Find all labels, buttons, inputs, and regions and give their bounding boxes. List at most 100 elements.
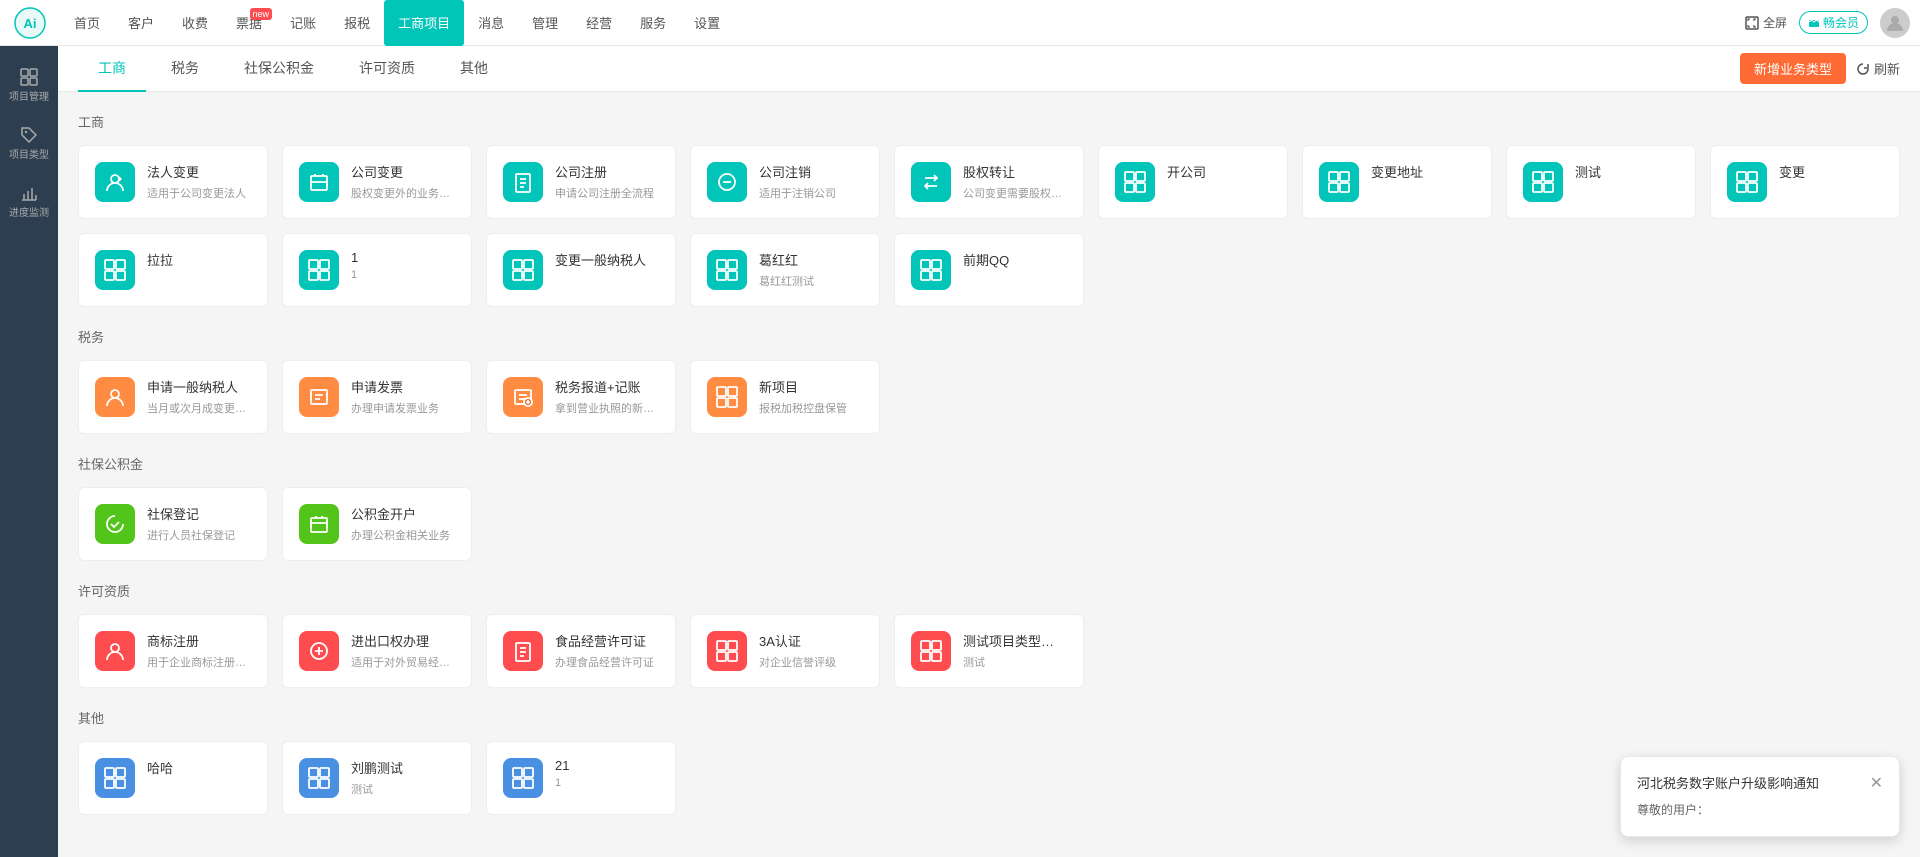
fullscreen-button[interactable]: 全屏 — [1745, 14, 1787, 31]
trademark-title: 商标注册 — [147, 631, 251, 650]
card-haha[interactable]: 哈哈 — [78, 741, 268, 815]
nav-tax[interactable]: 报税 — [330, 0, 384, 46]
company-cancel-icon — [707, 162, 747, 202]
tab-other[interactable]: 其他 — [440, 46, 508, 92]
card-item1[interactable]: 1 1 — [282, 233, 472, 307]
card-legal-change[interactable]: 法人变更 适用于公司变更法人 — [78, 145, 268, 219]
change-info: 变更 — [1779, 162, 1883, 185]
card-3a-cert[interactable]: 3A认证 对企业信誉评级 — [690, 614, 880, 688]
card-early-qq[interactable]: 前期QQ — [894, 233, 1084, 307]
notification-close-button[interactable]: ✕ — [1870, 773, 1883, 793]
sidebar-item-progress[interactable]: 进度监测 — [0, 172, 58, 230]
liupeng-test-title: 刘鹏测试 — [351, 758, 455, 777]
social-register-info: 社保登记 进行人员社保登记 — [147, 504, 251, 543]
tax-report-desc: 拿到营业执照的新公司 — [555, 400, 659, 416]
card-new-project[interactable]: 新项目 报税加税控盘保管 — [690, 360, 880, 434]
new-badge: new — [250, 8, 273, 20]
card-gehonghong[interactable]: 葛红红 葛红红测试 — [690, 233, 880, 307]
card-test-define[interactable]: 测试项目类型自定义 测试 — [894, 614, 1084, 688]
new-type-button[interactable]: 新增业务类型 — [1740, 53, 1846, 84]
app-logo[interactable]: Ai — [10, 3, 50, 43]
item21-desc: 1 — [555, 777, 659, 789]
card-import-export[interactable]: 进出口权办理 适用于对外贸易经营者 — [282, 614, 472, 688]
section-license-title: 许可资质 — [78, 581, 1900, 600]
tab-social[interactable]: 社保公积金 — [224, 46, 334, 92]
legal-change-desc: 适用于公司变更法人 — [147, 185, 251, 201]
company-change-title: 公司变更 — [351, 162, 455, 181]
tab-tax[interactable]: 税务 — [151, 46, 219, 92]
card-trademark[interactable]: 商标注册 用于企业商标注册服务 — [78, 614, 268, 688]
section-social: 社保公积金 社保登记 进行人员社保登记 公积金开户 — [78, 454, 1900, 561]
vip-button[interactable]: 畅会员 — [1799, 11, 1868, 34]
legal-change-icon — [95, 162, 135, 202]
item21-icon — [503, 758, 543, 798]
tag-icon — [18, 124, 40, 146]
nav-service[interactable]: 服务 — [626, 0, 680, 46]
card-liupeng-test[interactable]: 刘鹏测试 测试 — [282, 741, 472, 815]
item21-info: 21 1 — [555, 758, 659, 789]
import-export-icon — [299, 631, 339, 671]
card-change-address[interactable]: 变更地址 — [1302, 145, 1492, 219]
license-cards: 商标注册 用于企业商标注册服务 进出口权办理 适用于对外贸易经营者 — [78, 614, 1900, 688]
card-tax-report[interactable]: 税务报道+记账 拿到营业执照的新公司 — [486, 360, 676, 434]
nav-settings[interactable]: 设置 — [680, 0, 734, 46]
card-lala[interactable]: 拉拉 — [78, 233, 268, 307]
social-register-title: 社保登记 — [147, 504, 251, 523]
early-qq-info: 前期QQ — [963, 250, 1067, 273]
trademark-desc: 用于企业商标注册服务 — [147, 654, 251, 670]
card-equity-transfer[interactable]: 股权转让 公司变更需要股权转让 — [894, 145, 1084, 219]
nav-tickets[interactable]: 票据 new — [222, 0, 276, 46]
card-change-taxpayer[interactable]: 变更一般纳税人 — [486, 233, 676, 307]
card-food-license[interactable]: 食品经营许可证 办理食品经营许可证 — [486, 614, 676, 688]
sidebar-item-project-type[interactable]: 项目类型 — [0, 114, 58, 172]
notification-title: 河北税务数字账户升级影响通知 — [1637, 773, 1819, 792]
tab-industrial[interactable]: 工商 — [78, 46, 146, 92]
change-address-icon — [1319, 162, 1359, 202]
apply-taxpayer-info: 申请一般纳税人 当月或次月成变更完成 — [147, 377, 251, 416]
card-test[interactable]: 测试 — [1506, 145, 1696, 219]
liupeng-test-info: 刘鹏测试 测试 — [351, 758, 455, 797]
open-company-title: 开公司 — [1167, 162, 1271, 181]
card-fund-account[interactable]: 公积金开户 办理公积金相关业务 — [282, 487, 472, 561]
tab-license[interactable]: 许可资质 — [339, 46, 435, 92]
card-company-cancel[interactable]: 公司注销 适用于注销公司 — [690, 145, 880, 219]
social-register-desc: 进行人员社保登记 — [147, 527, 251, 543]
card-change[interactable]: 变更 — [1710, 145, 1900, 219]
gehonghong-icon — [707, 250, 747, 290]
haha-title: 哈哈 — [147, 758, 251, 777]
company-cancel-title: 公司注销 — [759, 162, 863, 181]
import-export-desc: 适用于对外贸易经营者 — [351, 654, 455, 670]
haha-icon — [95, 758, 135, 798]
refresh-button[interactable]: 刷新 — [1856, 59, 1900, 78]
change-taxpayer-title: 变更一般纳税人 — [555, 250, 659, 269]
card-open-company[interactable]: 开公司 — [1098, 145, 1288, 219]
nav-home[interactable]: 首页 — [60, 0, 114, 46]
legal-change-title: 法人变更 — [147, 162, 251, 181]
card-company-change[interactable]: 公司变更 股权变更外的业务变更 — [282, 145, 472, 219]
nav-operations[interactable]: 经营 — [572, 0, 626, 46]
nav-billing[interactable]: 收费 — [168, 0, 222, 46]
card-item21[interactable]: 21 1 — [486, 741, 676, 815]
user-avatar[interactable] — [1880, 8, 1910, 38]
nav-customer[interactable]: 客户 — [114, 0, 168, 46]
card-apply-taxpayer[interactable]: 申请一般纳税人 当月或次月成变更完成 — [78, 360, 268, 434]
nav-bookkeeping[interactable]: 记账 — [276, 0, 330, 46]
fund-account-icon — [299, 504, 339, 544]
company-register-title: 公司注册 — [555, 162, 659, 181]
content-area: 工商 法人变更 适用于公司变更法人 公司变更 — [58, 92, 1920, 855]
new-project-title: 新项目 — [759, 377, 863, 396]
company-change-info: 公司变更 股权变更外的业务变更 — [351, 162, 455, 201]
card-apply-invoice[interactable]: 申请发票 办理申请发票业务 — [282, 360, 472, 434]
nav-admin[interactable]: 管理 — [518, 0, 572, 46]
social-cards: 社保登记 进行人员社保登记 公积金开户 办理公积金相关业务 — [78, 487, 1900, 561]
nav-industrial[interactable]: 工商项目 — [384, 0, 464, 46]
3a-cert-info: 3A认证 对企业信誉评级 — [759, 631, 863, 670]
section-license: 许可资质 商标注册 用于企业商标注册服务 进出口权 — [78, 581, 1900, 688]
card-social-register[interactable]: 社保登记 进行人员社保登记 — [78, 487, 268, 561]
nav-message[interactable]: 消息 — [464, 0, 518, 46]
sidebar-item-project-mgmt[interactable]: 项目管理 — [0, 56, 58, 114]
card-company-register[interactable]: 公司注册 申请公司注册全流程 — [486, 145, 676, 219]
section-industrial-title: 工商 — [78, 112, 1900, 131]
item1-info: 1 1 — [351, 250, 455, 281]
sub-tabs: 工商 税务 社保公积金 许可资质 其他 新增业务类型 刷新 — [58, 46, 1920, 92]
